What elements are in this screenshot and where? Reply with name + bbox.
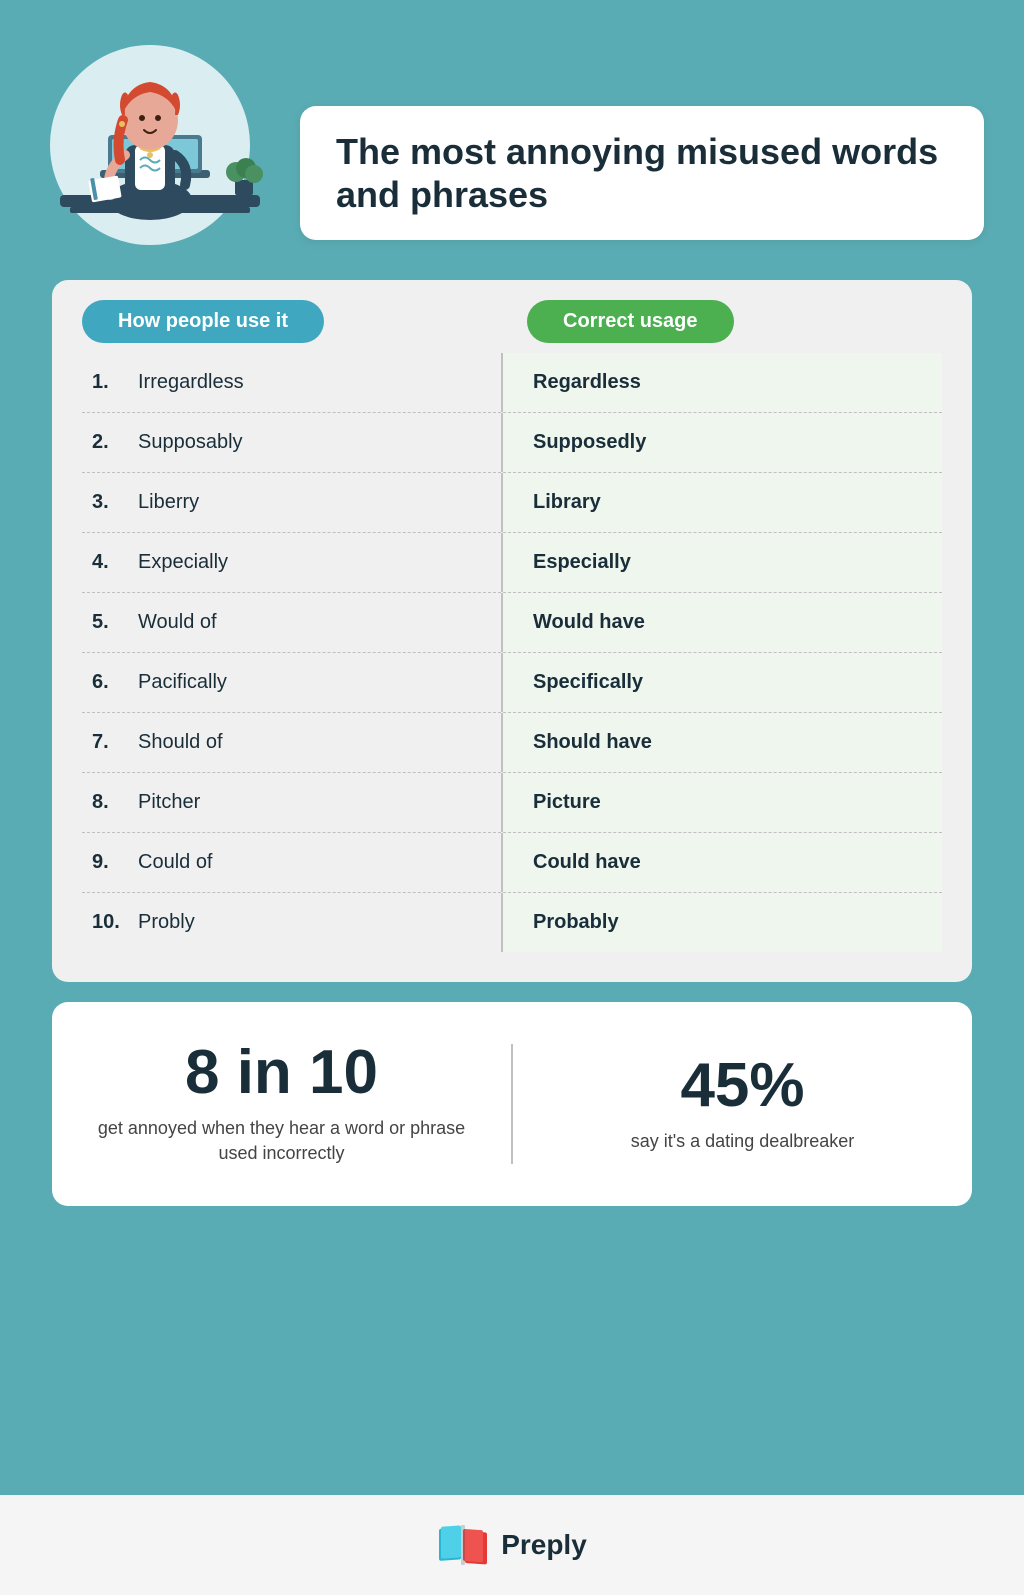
row-number: 10.	[92, 911, 132, 934]
incorrect-word: Probly	[138, 911, 195, 934]
row-number: 8.	[92, 791, 132, 814]
row-number: 2.	[92, 431, 132, 454]
correct-cell: Picture	[503, 773, 942, 832]
correct-word: Regardless	[533, 371, 641, 394]
incorrect-cell: 3. Liberry	[82, 473, 503, 532]
preply-logo: Preply	[437, 1525, 587, 1565]
incorrect-word: Expecially	[138, 551, 228, 574]
correct-cell: Library	[503, 473, 942, 532]
stat-right-description: say it's a dating dealbreaker	[631, 1129, 855, 1154]
row-number: 7.	[92, 731, 132, 754]
incorrect-word: Supposably	[138, 431, 243, 454]
correct-word: Would have	[533, 611, 645, 634]
row-number: 3.	[92, 491, 132, 514]
incorrect-cell: 8. Pitcher	[82, 773, 503, 832]
correct-word: Supposedly	[533, 431, 646, 454]
stat-right: 45% say it's a dating dealbreaker	[513, 1015, 972, 1194]
col-left-header: How people use it	[82, 300, 497, 343]
correct-cell: Could have	[503, 833, 942, 892]
stat-right-number: 45%	[680, 1055, 804, 1117]
correct-word: Could have	[533, 851, 641, 874]
preply-logo-icon	[437, 1525, 489, 1565]
table-row: 4. Expecially Especially	[82, 533, 942, 593]
correct-cell: Would have	[503, 593, 942, 652]
incorrect-cell: 5. Would of	[82, 593, 503, 652]
title-box: The most annoying misused words and phra…	[300, 106, 984, 240]
main-table-card: How people use it Correct usage 1. Irreg…	[52, 280, 972, 982]
correct-word: Library	[533, 491, 601, 514]
incorrect-word: Pacifically	[138, 671, 227, 694]
incorrect-word: Pitcher	[138, 791, 200, 814]
incorrect-word: Liberry	[138, 491, 199, 514]
correct-word: Especially	[533, 551, 631, 574]
row-number: 5.	[92, 611, 132, 634]
incorrect-cell: 4. Expecially	[82, 533, 503, 592]
incorrect-cell: 1. Irregardless	[82, 353, 503, 412]
correct-word: Specifically	[533, 671, 643, 694]
incorrect-cell: 7. Should of	[82, 713, 503, 772]
incorrect-column-header: How people use it	[82, 300, 324, 343]
incorrect-cell: 9. Could of	[82, 833, 503, 892]
row-number: 6.	[92, 671, 132, 694]
correct-column-header: Correct usage	[527, 300, 734, 343]
page-title: The most annoying misused words and phra…	[336, 130, 948, 216]
incorrect-word: Could of	[138, 851, 213, 874]
illustration-area	[40, 40, 290, 260]
table-row: 7. Should of Should have	[82, 713, 942, 773]
table-row: 9. Could of Could have	[82, 833, 942, 893]
correct-cell: Probably	[503, 893, 942, 952]
correct-word: Should have	[533, 731, 652, 754]
row-number: 4.	[92, 551, 132, 574]
table-row: 8. Pitcher Picture	[82, 773, 942, 833]
column-headers: How people use it Correct usage	[52, 280, 972, 353]
correct-cell: Specifically	[503, 653, 942, 712]
incorrect-word: Irregardless	[138, 371, 244, 394]
stat-left-description: get annoyed when they hear a word or phr…	[92, 1116, 471, 1166]
incorrect-word: Would of	[138, 611, 217, 634]
incorrect-cell: 6. Pacifically	[82, 653, 503, 712]
header-section: The most annoying misused words and phra…	[0, 0, 1024, 260]
table-row: 3. Liberry Library	[82, 473, 942, 533]
correct-cell: Should have	[503, 713, 942, 772]
incorrect-cell: 10. Probly	[82, 893, 503, 952]
col-right-header: Correct usage	[497, 300, 942, 343]
row-number: 1.	[92, 371, 132, 394]
correct-cell: Supposedly	[503, 413, 942, 472]
correct-cell: Regardless	[503, 353, 942, 412]
table-row: 6. Pacifically Specifically	[82, 653, 942, 713]
row-number: 9.	[92, 851, 132, 874]
stats-card: 8 in 10 get annoyed when they hear a wor…	[52, 1002, 972, 1206]
table-row: 1. Irregardless Regardless	[82, 353, 942, 413]
correct-cell: Especially	[503, 533, 942, 592]
incorrect-cell: 2. Supposably	[82, 413, 503, 472]
correct-word: Picture	[533, 791, 601, 814]
correct-word: Probably	[533, 911, 619, 934]
stat-left: 8 in 10 get annoyed when they hear a wor…	[52, 1002, 511, 1206]
table-row: 10. Probly Probably	[82, 893, 942, 952]
stat-left-number: 8 in 10	[185, 1042, 378, 1104]
table-row: 5. Would of Would have	[82, 593, 942, 653]
footer: Preply	[0, 1495, 1024, 1595]
rows-container: 1. Irregardless Regardless 2. Supposably…	[52, 353, 972, 952]
incorrect-word: Should of	[138, 731, 223, 754]
brand-name: Preply	[501, 1529, 587, 1561]
table-row: 2. Supposably Supposedly	[82, 413, 942, 473]
